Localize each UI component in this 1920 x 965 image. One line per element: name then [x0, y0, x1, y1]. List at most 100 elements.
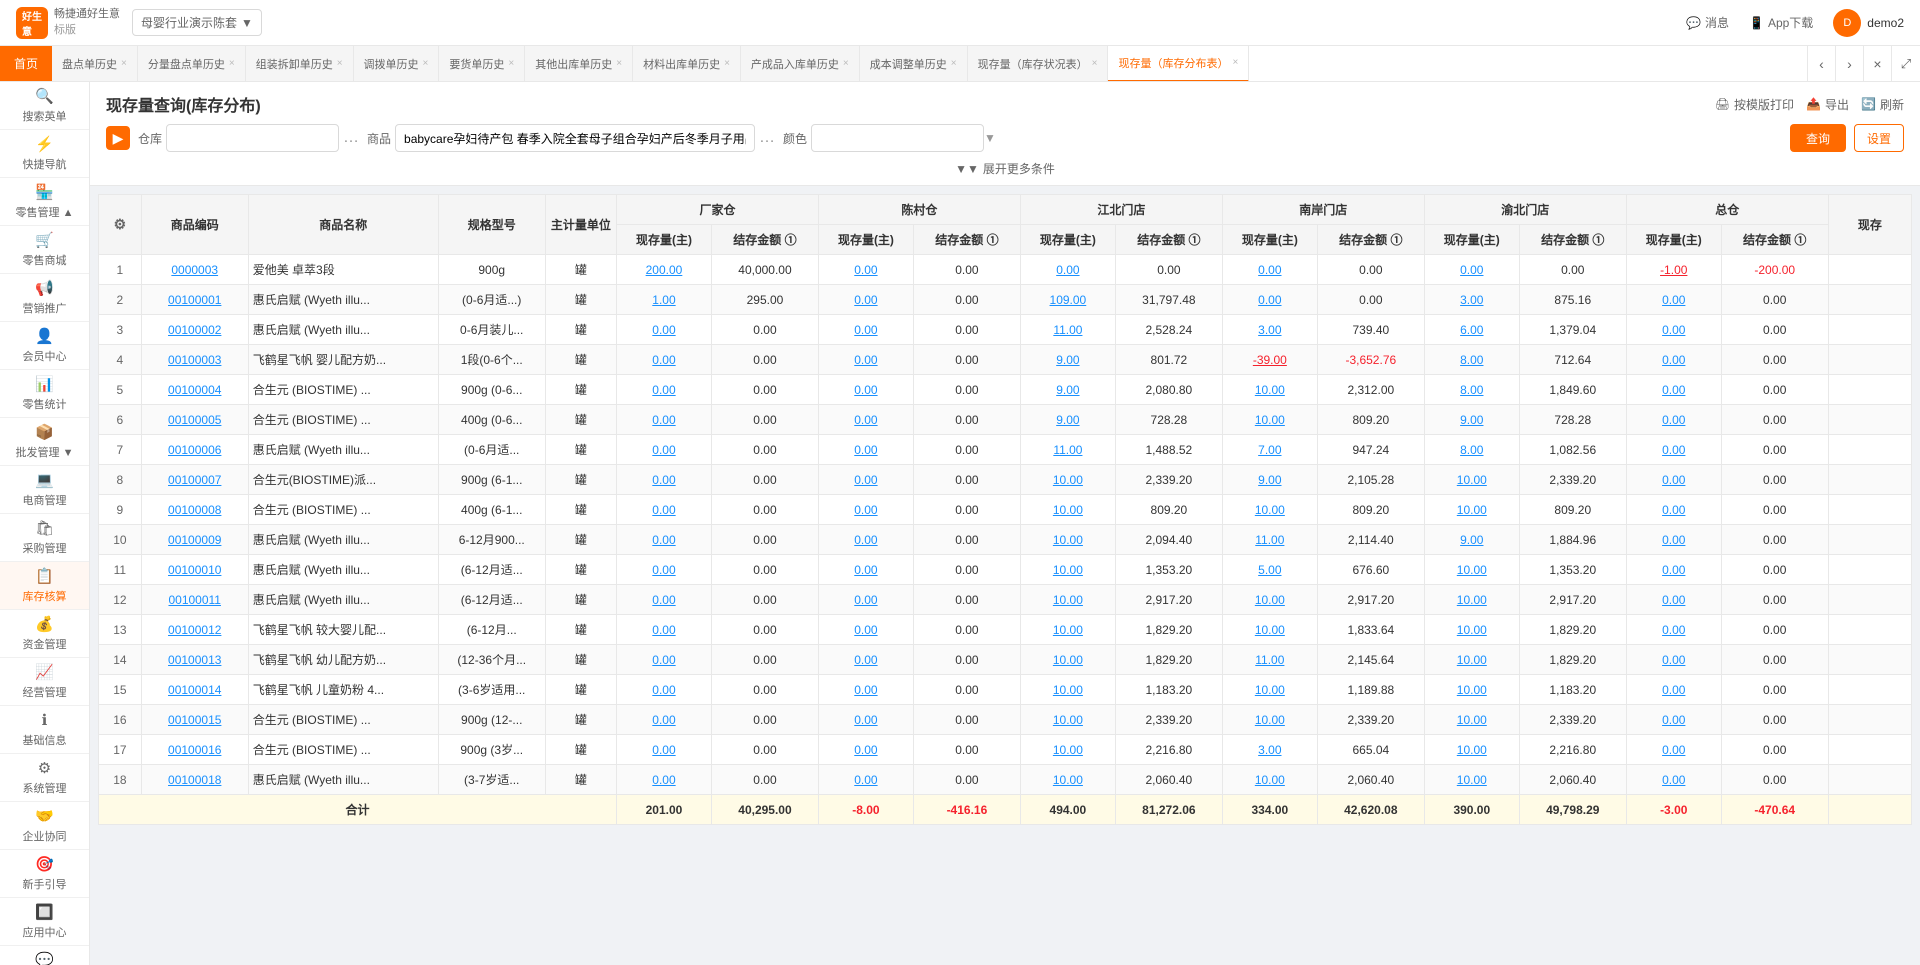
row-code[interactable]: 00100014 — [141, 675, 248, 705]
sidebar-item-guide[interactable]: 🎯 新手引导 — [0, 850, 89, 898]
setting-button[interactable]: 设置 — [1854, 124, 1904, 152]
row-jiangbei-qty[interactable]: 9.00 — [1020, 375, 1115, 405]
row-yubei-qty[interactable]: 10.00 — [1424, 765, 1519, 795]
tab-nav-expand[interactable]: ⤢ — [1892, 46, 1920, 82]
row-jiangbei-qty[interactable]: 9.00 — [1020, 345, 1115, 375]
row-factory-qty[interactable]: 0.00 — [616, 345, 711, 375]
row-code[interactable]: 00100004 — [141, 375, 248, 405]
row-jiangbei-qty[interactable]: 10.00 — [1020, 765, 1115, 795]
tab-nav-close[interactable]: × — [1864, 46, 1892, 82]
sidebar-item-retail-stats[interactable]: 📊 零售统计 — [0, 370, 89, 418]
sidebar-item-business[interactable]: 📈 经营管理 — [0, 658, 89, 706]
row-nanan-qty[interactable]: 9.00 — [1222, 465, 1317, 495]
settings-icon[interactable]: ⚙ — [114, 216, 127, 232]
row-jiangbei-qty[interactable]: 10.00 — [1020, 615, 1115, 645]
row-yubei-qty[interactable]: 10.00 — [1424, 495, 1519, 525]
row-total-qty[interactable]: 0.00 — [1626, 765, 1721, 795]
sidebar-item-retail-mgmt[interactable]: 🏪 零售管理 ▲ — [0, 178, 89, 226]
row-nanan-qty[interactable]: 3.00 — [1222, 315, 1317, 345]
row-chen-qty[interactable]: 0.00 — [818, 585, 913, 615]
app-download-btn[interactable]: 📱 App下载 — [1749, 14, 1813, 31]
row-nanan-qty[interactable]: -39.00 — [1222, 345, 1317, 375]
row-chen-qty[interactable]: 0.00 — [818, 525, 913, 555]
row-nanan-qty[interactable]: 11.00 — [1222, 645, 1317, 675]
row-yubei-qty[interactable]: 10.00 — [1424, 555, 1519, 585]
row-yubei-qty[interactable]: 8.00 — [1424, 375, 1519, 405]
row-total-qty[interactable]: 0.00 — [1626, 645, 1721, 675]
row-chen-qty[interactable]: 0.00 — [818, 435, 913, 465]
row-yubei-qty[interactable]: 9.00 — [1424, 525, 1519, 555]
row-code[interactable]: 00100008 — [141, 495, 248, 525]
sidebar-item-marketing[interactable]: 📢 营销推广 — [0, 274, 89, 322]
row-total-qty[interactable]: 0.00 — [1626, 435, 1721, 465]
row-nanan-qty[interactable]: 0.00 — [1222, 255, 1317, 285]
row-jiangbei-qty[interactable]: 11.00 — [1020, 315, 1115, 345]
tab-item-1[interactable]: 盘点单历史× — [52, 46, 138, 82]
row-factory-qty[interactable]: 0.00 — [616, 525, 711, 555]
sidebar-item-purchase[interactable]: 🛍 采购管理 — [0, 514, 89, 562]
sidebar-item-app-center[interactable]: 🔲 应用中心 — [0, 898, 89, 946]
row-nanan-qty[interactable]: 10.00 — [1222, 495, 1317, 525]
row-yubei-qty[interactable]: 6.00 — [1424, 315, 1519, 345]
row-chen-qty[interactable]: 0.00 — [818, 405, 913, 435]
row-chen-qty[interactable]: 0.00 — [818, 465, 913, 495]
row-yubei-qty[interactable]: 8.00 — [1424, 345, 1519, 375]
row-factory-qty[interactable]: 0.00 — [616, 765, 711, 795]
row-nanan-qty[interactable]: 10.00 — [1222, 375, 1317, 405]
row-factory-qty[interactable]: 200.00 — [616, 255, 711, 285]
row-code[interactable]: 00100010 — [141, 555, 248, 585]
row-total-qty[interactable]: 0.00 — [1626, 285, 1721, 315]
sidebar-item-wechat[interactable]: 💬 企业微信 — [0, 946, 89, 965]
row-factory-qty[interactable]: 0.00 — [616, 705, 711, 735]
row-code[interactable]: 00100002 — [141, 315, 248, 345]
tab-item-11-active[interactable]: 现存量（库存分布表）× — [1108, 46, 1249, 82]
sidebar-item-member[interactable]: 👤 会员中心 — [0, 322, 89, 370]
row-code[interactable]: 00100001 — [141, 285, 248, 315]
row-chen-qty[interactable]: 0.00 — [818, 285, 913, 315]
tab-item-8[interactable]: 产成品入库单历史× — [741, 46, 860, 82]
sidebar-item-quick-nav[interactable]: ⚡ 快捷导航 — [0, 130, 89, 178]
row-factory-qty[interactable]: 0.00 — [616, 465, 711, 495]
row-yubei-qty[interactable]: 10.00 — [1424, 465, 1519, 495]
row-yubei-qty[interactable]: 10.00 — [1424, 615, 1519, 645]
row-chen-qty[interactable]: 0.00 — [818, 765, 913, 795]
row-chen-qty[interactable]: 0.00 — [818, 345, 913, 375]
row-nanan-qty[interactable]: 10.00 — [1222, 675, 1317, 705]
row-nanan-qty[interactable]: 10.00 — [1222, 585, 1317, 615]
tab-item-6[interactable]: 其他出库单历史× — [525, 46, 633, 82]
export-btn[interactable]: 📤 导出 — [1806, 96, 1849, 113]
row-code[interactable]: 00100006 — [141, 435, 248, 465]
row-total-qty[interactable]: 0.00 — [1626, 735, 1721, 765]
sidebar-item-finance[interactable]: 💰 资金管理 — [0, 610, 89, 658]
warehouse-dots[interactable]: … — [343, 129, 359, 147]
row-jiangbei-qty[interactable]: 11.00 — [1020, 435, 1115, 465]
row-factory-qty[interactable]: 0.00 — [616, 555, 711, 585]
expand-conditions-btn[interactable]: ▼▼ 展开更多条件 — [106, 160, 1904, 185]
sidebar-item-search[interactable]: 🔍 搜索英单 — [0, 82, 89, 130]
row-nanan-qty[interactable]: 5.00 — [1222, 555, 1317, 585]
tab-item-2[interactable]: 分量盘点单历史× — [138, 46, 246, 82]
row-nanan-qty[interactable]: 10.00 — [1222, 615, 1317, 645]
row-chen-qty[interactable]: 0.00 — [818, 645, 913, 675]
row-code[interactable]: 00100003 — [141, 345, 248, 375]
row-code[interactable]: 00100018 — [141, 765, 248, 795]
row-jiangbei-qty[interactable]: 109.00 — [1020, 285, 1115, 315]
row-jiangbei-qty[interactable]: 10.00 — [1020, 555, 1115, 585]
row-code[interactable]: 00100013 — [141, 645, 248, 675]
row-yubei-qty[interactable]: 10.00 — [1424, 735, 1519, 765]
row-chen-qty[interactable]: 0.00 — [818, 315, 913, 345]
tab-nav-prev[interactable]: ‹ — [1808, 46, 1836, 82]
row-yubei-qty[interactable]: 10.00 — [1424, 585, 1519, 615]
row-total-qty[interactable]: 0.00 — [1626, 375, 1721, 405]
row-jiangbei-qty[interactable]: 10.00 — [1020, 495, 1115, 525]
row-nanan-qty[interactable]: 3.00 — [1222, 735, 1317, 765]
row-jiangbei-qty[interactable]: 10.00 — [1020, 705, 1115, 735]
row-code[interactable]: 00100016 — [141, 735, 248, 765]
tab-item-5[interactable]: 要货单历史× — [439, 46, 525, 82]
row-chen-qty[interactable]: 0.00 — [818, 555, 913, 585]
filter-toggle-btn[interactable]: ▶ — [106, 126, 130, 150]
sidebar-item-basic-info[interactable]: ℹ 基础信息 — [0, 706, 89, 754]
tab-nav-next[interactable]: › — [1836, 46, 1864, 82]
row-factory-qty[interactable]: 0.00 — [616, 405, 711, 435]
tab-item-10[interactable]: 现存量（库存状况表）× — [968, 46, 1109, 82]
